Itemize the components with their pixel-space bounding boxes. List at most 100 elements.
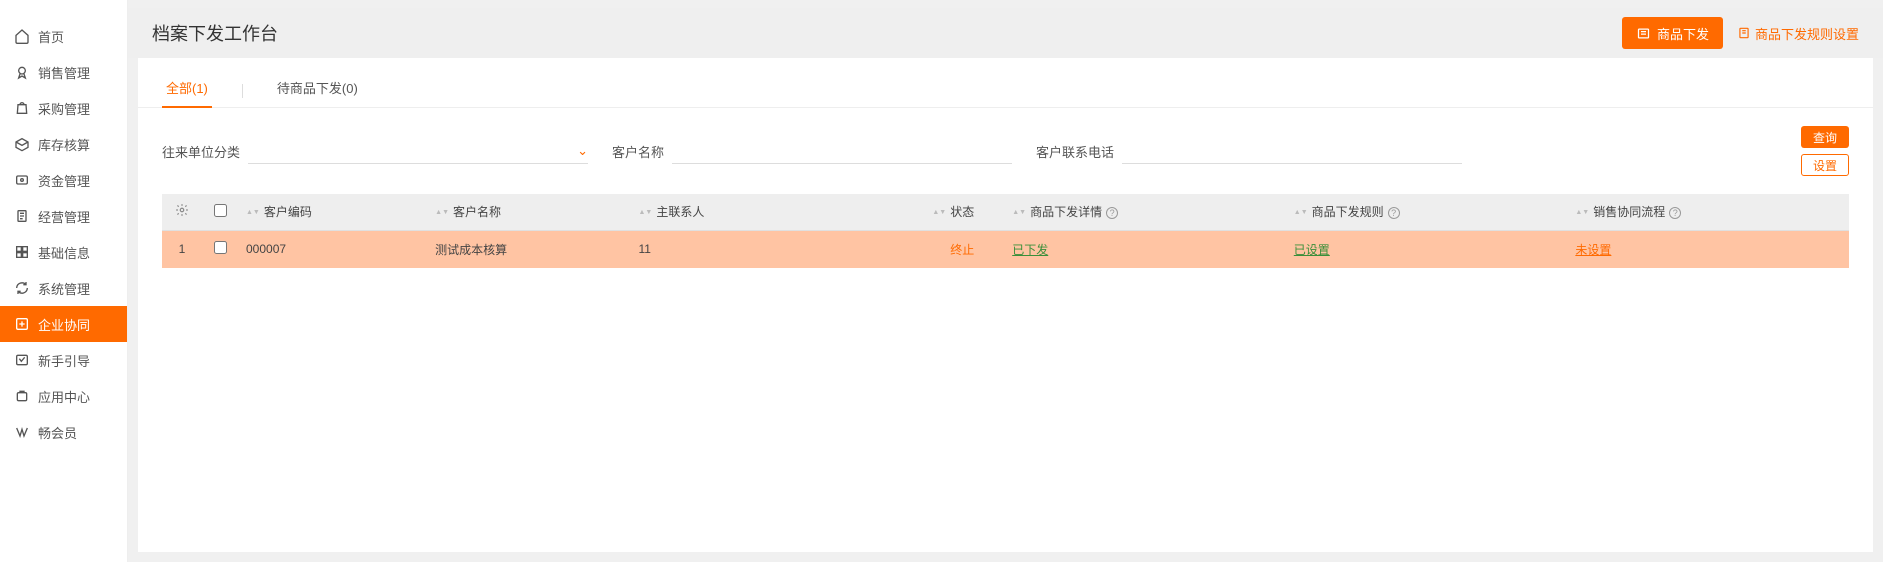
filter-category-label: 往来单位分类 (162, 142, 240, 161)
table-body: 1 000007 测试成本核算 11 终止 已下发 已设置 未设置 (162, 230, 1849, 268)
col-code-label: 客户编码 (264, 205, 312, 219)
sort-icon: ▲▼ (639, 211, 653, 215)
col-contact[interactable]: ▲▼主联系人 (631, 194, 820, 230)
col-dispatch-detail-label: 商品下发详情 (1030, 205, 1102, 219)
sidebar-item-label: 应用中心 (38, 387, 90, 406)
row-checkbox[interactable] (214, 241, 227, 254)
filter-customer-name: 客户名称 (612, 138, 1012, 164)
filter-row: 往来单位分类 ⌄ 客户名称 客户联系电话 查询 设置 (138, 108, 1873, 194)
cell-dispatch-rule: 已设置 (1286, 230, 1568, 268)
sort-icon: ▲▼ (1012, 211, 1026, 215)
tabs: 全部(1) 待商品下发(0) (138, 58, 1873, 108)
vip-icon (14, 424, 30, 440)
tab-pending[interactable]: 待商品下发(0) (273, 72, 362, 107)
sidebar-item-funds[interactable]: 资金管理 (0, 162, 127, 198)
clipboard-icon (14, 208, 30, 224)
sort-icon: ▲▼ (1575, 211, 1589, 215)
money-icon (14, 172, 30, 188)
sidebar-item-label: 首页 (38, 27, 64, 46)
sidebar-item-label: 新手引导 (38, 351, 90, 370)
col-status[interactable]: ▲▼状态 (820, 194, 1005, 230)
tab-separator (242, 84, 243, 98)
sort-icon: ▲▼ (246, 211, 260, 215)
chevron-down-icon: ⌄ (577, 143, 588, 159)
sort-icon: ▲▼ (1294, 211, 1308, 215)
filter-category-select[interactable]: ⌄ (248, 138, 588, 164)
sidebar: 首页 销售管理 采购管理 库存核算 资金管理 经营管理 基础信息 系统管理 (0, 0, 128, 562)
cell-status: 终止 (820, 230, 1005, 268)
sidebar-item-label: 库存核算 (38, 135, 90, 154)
sidebar-item-inventory[interactable]: 库存核算 (0, 126, 127, 162)
header-actions: 商品下发 商品下发规则设置 (1622, 17, 1859, 49)
new-icon (14, 352, 30, 368)
tab-all[interactable]: 全部(1) (162, 72, 212, 107)
sidebar-item-collab[interactable]: 企业协同 (0, 306, 127, 342)
sidebar-item-home[interactable]: 首页 (0, 18, 127, 54)
sidebar-item-label: 畅会员 (38, 423, 77, 442)
sidebar-item-purchase[interactable]: 采购管理 (0, 90, 127, 126)
cell-sales-flow: 未设置 (1567, 230, 1849, 268)
apps-icon (14, 388, 30, 404)
col-sales-flow-label: 销售协同流程 (1593, 205, 1665, 219)
content-card: 全部(1) 待商品下发(0) 往来单位分类 ⌄ 客户名称 客户联系电话 (138, 58, 1873, 552)
sidebar-item-vip[interactable]: 畅会员 (0, 414, 127, 450)
sort-icon: ▲▼ (932, 211, 946, 215)
col-contact-label: 主联系人 (656, 205, 704, 219)
sales-flow-link[interactable]: 未设置 (1575, 243, 1611, 257)
data-table: ▲▼客户编码 ▲▼客户名称 ▲▼主联系人 ▲▼状态 ▲▼商品下发详情? ▲▼商品… (162, 194, 1849, 268)
sidebar-item-label: 销售管理 (38, 63, 90, 82)
filter-customer-name-label: 客户名称 (612, 142, 664, 161)
col-name-label: 客户名称 (453, 205, 501, 219)
grid-icon (14, 244, 30, 260)
col-checkbox (202, 194, 238, 230)
rule-icon (1737, 26, 1751, 40)
search-button[interactable]: 查询 (1801, 126, 1849, 148)
col-gear[interactable] (162, 194, 202, 230)
page-root: 首页 销售管理 采购管理 库存核算 资金管理 经营管理 基础信息 系统管理 (0, 0, 1883, 562)
rule-link-label: 商品下发规则设置 (1755, 24, 1859, 43)
col-code[interactable]: ▲▼ 客户编码 (238, 194, 427, 230)
cell-name: 测试成本核算 (427, 230, 630, 268)
col-dispatch-detail[interactable]: ▲▼ 商品下发详情? (1004, 194, 1286, 230)
sidebar-item-label: 资金管理 (38, 171, 90, 190)
info-icon[interactable]: ? (1106, 207, 1118, 219)
cycle-icon (14, 280, 30, 296)
col-dispatch-rule[interactable]: ▲▼商品下发规则? (1286, 194, 1568, 230)
dispatch-button[interactable]: 商品下发 (1622, 17, 1723, 49)
dispatch-detail-link[interactable]: 已下发 (1012, 243, 1048, 257)
table-row[interactable]: 1 000007 测试成本核算 11 终止 已下发 已设置 未设置 (162, 230, 1849, 268)
filter-customer-phone-input[interactable] (1122, 138, 1462, 164)
sidebar-item-apps[interactable]: 应用中心 (0, 378, 127, 414)
bag-icon (14, 100, 30, 116)
dispatch-rule-link[interactable]: 已设置 (1294, 243, 1330, 257)
info-icon[interactable]: ? (1669, 207, 1681, 219)
rule-settings-link[interactable]: 商品下发规则设置 (1737, 24, 1859, 43)
gear-icon (175, 203, 189, 217)
sidebar-item-label: 经营管理 (38, 207, 90, 226)
sidebar-item-label: 基础信息 (38, 243, 90, 262)
table-wrap: ▲▼客户编码 ▲▼客户名称 ▲▼主联系人 ▲▼状态 ▲▼商品下发详情? ▲▼商品… (138, 194, 1873, 268)
filter-customer-name-input[interactable] (672, 138, 1012, 164)
collab-icon (14, 316, 30, 332)
sidebar-item-basic[interactable]: 基础信息 (0, 234, 127, 270)
sidebar-item-label: 企业协同 (38, 315, 90, 334)
sidebar-item-business[interactable]: 经营管理 (0, 198, 127, 234)
reset-button[interactable]: 设置 (1801, 154, 1849, 176)
sidebar-item-sales[interactable]: 销售管理 (0, 54, 127, 90)
info-icon[interactable]: ? (1388, 207, 1400, 219)
status-text: 终止 (950, 243, 974, 257)
cell-contact: 11 (631, 230, 820, 268)
dispatch-button-label: 商品下发 (1657, 24, 1709, 43)
cell-code: 000007 (238, 230, 427, 268)
header-bar: 档案下发工作台 商品下发 商品下发规则设置 (128, 8, 1883, 58)
select-all-checkbox[interactable] (214, 204, 227, 217)
filter-customer-phone: 客户联系电话 (1036, 138, 1462, 164)
col-sales-flow[interactable]: ▲▼ 销售协同流程? (1567, 194, 1849, 230)
filter-actions: 查询 设置 (1801, 126, 1849, 176)
sidebar-item-label: 采购管理 (38, 99, 90, 118)
sidebar-item-guide[interactable]: 新手引导 (0, 342, 127, 378)
col-name[interactable]: ▲▼客户名称 (427, 194, 630, 230)
filter-category: 往来单位分类 ⌄ (162, 138, 588, 164)
cell-index: 1 (162, 230, 202, 268)
sidebar-item-system[interactable]: 系统管理 (0, 270, 127, 306)
